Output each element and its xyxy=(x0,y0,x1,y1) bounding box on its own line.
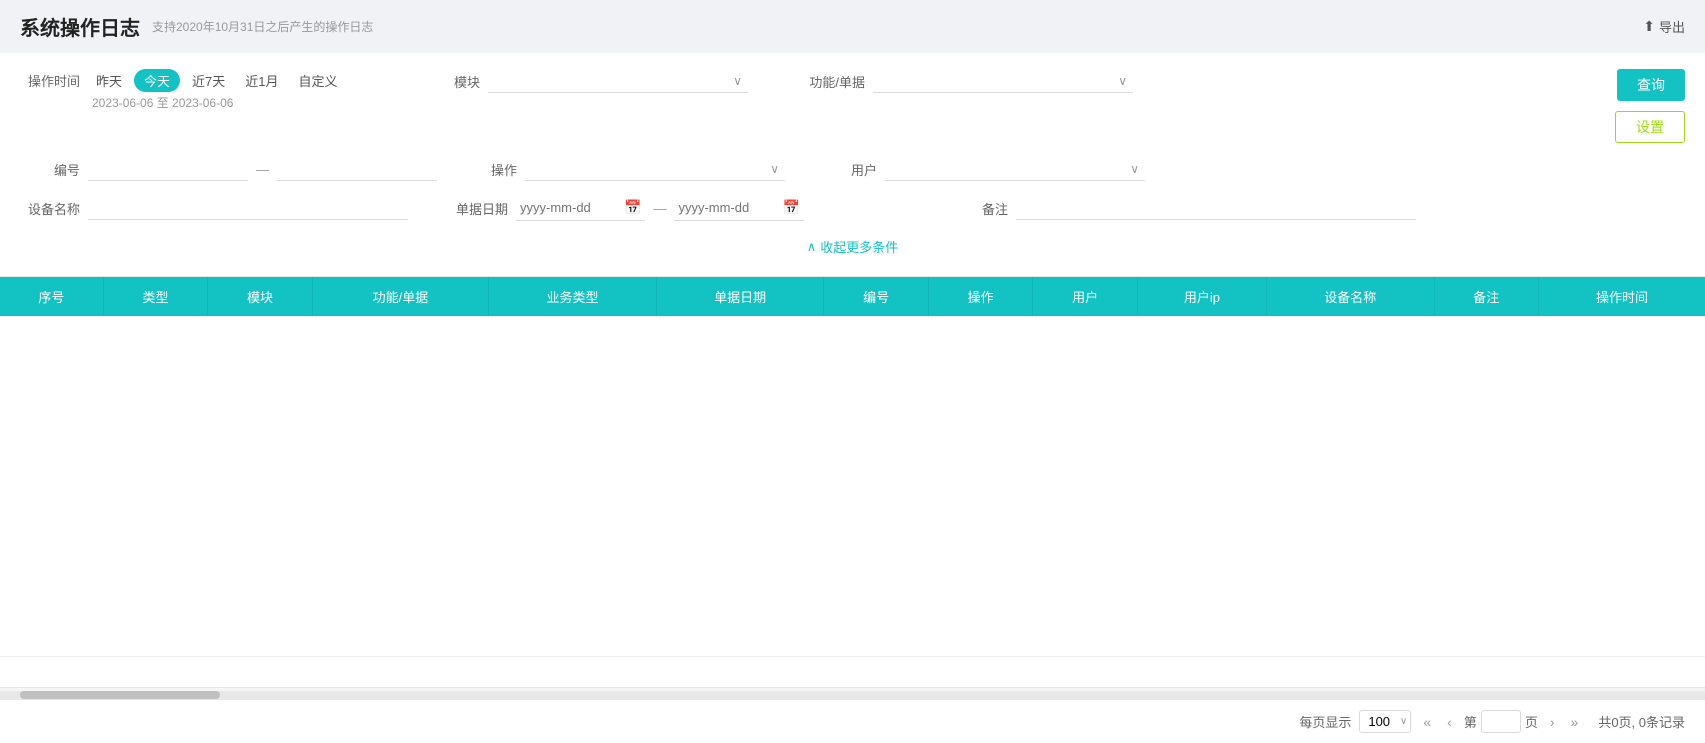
total-info: 共0页, 0条记录 xyxy=(1598,712,1685,731)
empty-row xyxy=(0,316,1705,656)
function-select[interactable] xyxy=(873,69,1133,93)
col-user: 用户 xyxy=(1033,277,1137,316)
table-header-row: 序号 类型 模块 功能/单据 业务类型 单据日期 编号 操作 用户 用户ip 设… xyxy=(0,277,1705,316)
collapse-label: 收起更多条件 xyxy=(820,237,898,256)
module-select-wrap: ∨ xyxy=(488,69,748,93)
page-unit-label: 页 xyxy=(1525,712,1538,731)
col-op-time: 操作时间 xyxy=(1539,277,1705,316)
page-num-wrap: 第 1 页 xyxy=(1464,710,1538,733)
device-input[interactable] xyxy=(88,196,408,220)
calendar-from-icon[interactable]: 📅 xyxy=(624,199,641,216)
function-select-wrap: ∨ xyxy=(873,69,1133,93)
col-voucher-date: 单据日期 xyxy=(656,277,824,316)
number-to-input[interactable] xyxy=(277,157,437,181)
time-filter-group: 昨天 今天 近7天 近1月 自定义 xyxy=(88,69,346,92)
number-label: 编号 xyxy=(20,160,80,179)
time-btn-yesterday[interactable]: 昨天 xyxy=(88,69,130,92)
voucher-date-label: 单据日期 xyxy=(448,199,508,218)
collapse-bar: ∧ 收起更多条件 xyxy=(20,231,1685,266)
function-label: 功能/单据 xyxy=(800,72,865,91)
voucher-date-to-input[interactable] xyxy=(678,200,778,215)
col-module: 模块 xyxy=(208,277,312,316)
col-remark: 备注 xyxy=(1434,277,1538,316)
data-table: 序号 类型 模块 功能/单据 业务类型 单据日期 编号 操作 用户 用户ip 设… xyxy=(0,277,1705,657)
page-subtitle: 支持2020年10月31日之后产生的操作日志 xyxy=(152,18,373,35)
module-select[interactable] xyxy=(488,69,748,93)
operation-select[interactable] xyxy=(525,157,785,181)
table-container: 序号 类型 模块 功能/单据 业务类型 单据日期 编号 操作 用户 用户ip 设… xyxy=(0,277,1705,687)
scrollbar-thumb[interactable] xyxy=(20,691,220,699)
first-page-button[interactable]: « xyxy=(1419,712,1435,732)
user-label: 用户 xyxy=(837,160,877,179)
voucher-date-from-wrap: 📅 xyxy=(516,195,645,221)
device-label: 设备名称 xyxy=(20,199,80,218)
time-btn-custom[interactable]: 自定义 xyxy=(291,69,346,92)
col-number: 编号 xyxy=(824,277,928,316)
col-function: 功能/单据 xyxy=(312,277,488,316)
export-icon: ⬆ xyxy=(1643,18,1655,35)
number-from-input[interactable] xyxy=(88,157,248,181)
col-device: 设备名称 xyxy=(1266,277,1434,316)
voucher-date-separator: — xyxy=(653,201,666,216)
user-select-wrap: ∨ xyxy=(885,157,1145,181)
chevron-up-icon: ∧ xyxy=(807,239,817,255)
filter-area: 操作时间 昨天 今天 近7天 近1月 自定义 2023-06-06 至 2023… xyxy=(0,53,1705,277)
scrollbar-area xyxy=(0,687,1705,699)
page-number-input[interactable]: 1 xyxy=(1481,710,1521,733)
settings-button[interactable]: 设置 xyxy=(1615,111,1685,143)
col-operation: 操作 xyxy=(928,277,1032,316)
page-header: 系统操作日志 支持2020年10月31日之后产生的操作日志 ⬆ 导出 xyxy=(0,0,1705,53)
operation-label: 操作 xyxy=(477,160,517,179)
operation-select-wrap: ∨ xyxy=(525,157,785,181)
col-type: 类型 xyxy=(103,277,207,316)
col-index: 序号 xyxy=(0,277,103,316)
page-size-label: 每页显示 xyxy=(1299,712,1351,731)
page-title: 系统操作日志 xyxy=(20,12,140,41)
query-button[interactable]: 查询 xyxy=(1617,69,1685,101)
next-page-button[interactable]: › xyxy=(1546,712,1559,732)
module-label: 模块 xyxy=(440,72,480,91)
pagination-bar: 每页显示 100 10 20 50 ∨ « ‹ 第 1 页 › » 共0页, 0… xyxy=(0,699,1705,743)
time-label: 操作时间 xyxy=(20,71,80,90)
col-biz-type: 业务类型 xyxy=(489,277,657,316)
voucher-date-from-input[interactable] xyxy=(520,200,620,215)
time-btn-1month[interactable]: 近1月 xyxy=(237,69,286,92)
page-container: 系统操作日志 支持2020年10月31日之后产生的操作日志 ⬆ 导出 操作时间 … xyxy=(0,0,1705,743)
prev-page-button[interactable]: ‹ xyxy=(1443,712,1456,732)
voucher-date-to-wrap: 📅 xyxy=(674,195,803,221)
calendar-to-icon[interactable]: 📅 xyxy=(782,199,799,216)
table-body xyxy=(0,316,1705,656)
user-select[interactable] xyxy=(885,157,1145,181)
time-range-text: 2023-06-06 至 2023-06-06 xyxy=(92,96,233,110)
number-separator: — xyxy=(256,162,269,177)
scrollbar-track xyxy=(0,691,1705,699)
page-size-wrap: 100 10 20 50 ∨ xyxy=(1359,710,1411,733)
empty-cell xyxy=(0,316,1705,656)
remark-label: 备注 xyxy=(968,199,1008,218)
collapse-button[interactable]: ∧ 收起更多条件 xyxy=(807,237,899,256)
remark-input[interactable] xyxy=(1016,196,1416,220)
col-user-ip: 用户ip xyxy=(1137,277,1266,316)
header-left: 系统操作日志 支持2020年10月31日之后产生的操作日志 xyxy=(20,12,373,41)
time-btn-today[interactable]: 今天 xyxy=(134,69,180,92)
last-page-button[interactable]: » xyxy=(1567,712,1583,732)
page-prefix-label: 第 xyxy=(1464,712,1477,731)
page-size-select[interactable]: 100 10 20 50 xyxy=(1359,710,1411,733)
export-button[interactable]: ⬆ 导出 xyxy=(1643,17,1685,36)
export-label: 导出 xyxy=(1659,17,1685,36)
time-btn-7days[interactable]: 近7天 xyxy=(184,69,233,92)
